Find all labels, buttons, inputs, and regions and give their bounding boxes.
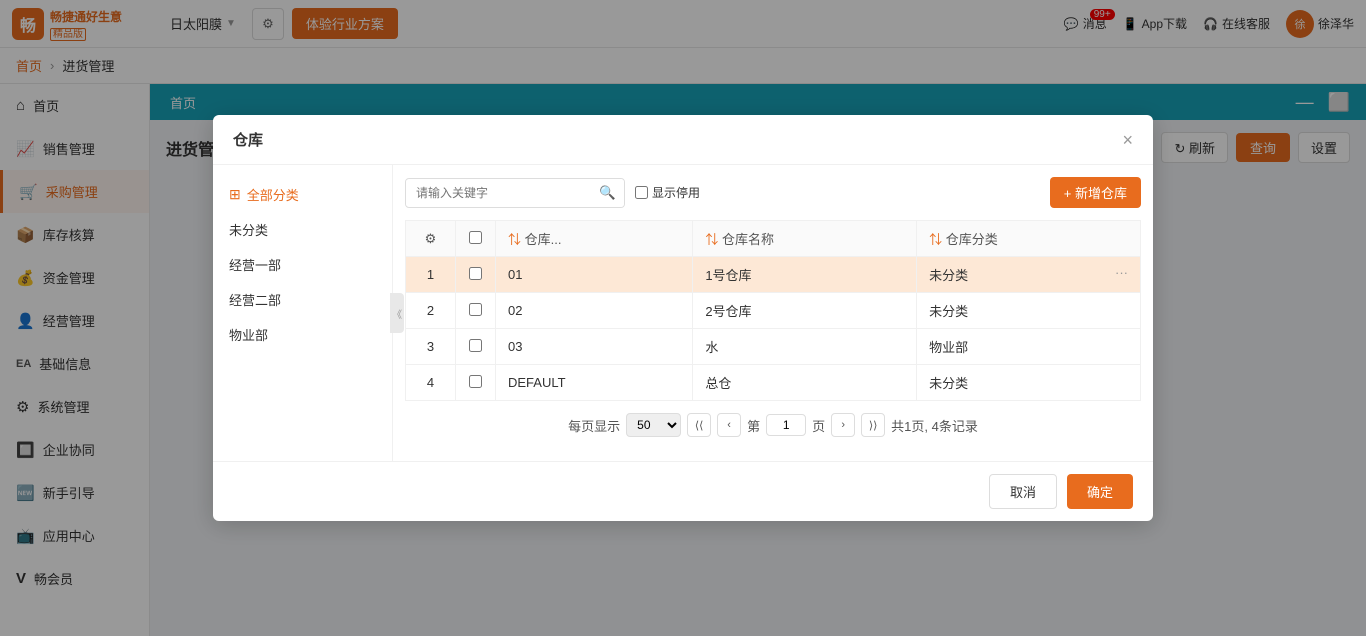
category-all[interactable]: ⊞ 全部分类	[213, 177, 392, 212]
add-warehouse-button[interactable]: + 新增仓库	[1050, 177, 1141, 208]
row-code-3: 03	[496, 329, 693, 365]
table-row[interactable]: 4 DEFAULT 总仓 未分类	[406, 365, 1141, 401]
category-ops1[interactable]: 经营一部	[213, 247, 392, 282]
row-code-4: DEFAULT	[496, 365, 693, 401]
category-property[interactable]: 物业部	[213, 317, 392, 352]
row-cb-4[interactable]	[456, 365, 496, 401]
modal-header: 仓库 ×	[213, 115, 1153, 165]
show-disabled-text: 显示停用	[652, 184, 700, 201]
total-info: 共1页, 4条记录	[891, 416, 978, 435]
cancel-button[interactable]: 取消	[989, 474, 1057, 509]
row-index-1: 1	[406, 257, 456, 293]
row-index-4: 4	[406, 365, 456, 401]
row-name-1: 1号仓库	[693, 257, 917, 293]
modal-title: 仓库	[233, 129, 263, 150]
col-name-label: 仓库名称	[722, 232, 774, 247]
col-settings: ⚙	[406, 221, 456, 257]
col-checkbox	[456, 221, 496, 257]
grid-icon: ⊞	[229, 186, 241, 203]
confirm-button[interactable]: 确定	[1067, 474, 1133, 509]
col-code-label: 仓库...	[525, 232, 562, 247]
page-label: 第	[747, 416, 760, 435]
page-number-input[interactable]	[766, 414, 806, 436]
row-code-1: 01	[496, 257, 693, 293]
row-cat-4: 未分类	[917, 365, 1141, 401]
show-disabled-checkbox[interactable]	[635, 186, 648, 199]
col-name-sort-icon: ⇅	[705, 232, 718, 247]
per-page-select[interactable]: 50 100	[626, 413, 681, 437]
table-container: ⚙ ⇅ 仓库... ⇅	[405, 220, 1141, 401]
collapse-button[interactable]: 《	[390, 293, 404, 333]
search-button[interactable]: 🔍	[591, 179, 624, 207]
col-code-header: ⇅ 仓库...	[496, 221, 693, 257]
table-head: ⚙ ⇅ 仓库... ⇅	[406, 221, 1141, 257]
col-name-header: ⇅ 仓库名称	[693, 221, 917, 257]
page-prev-button[interactable]: ‹	[717, 413, 741, 437]
search-input[interactable]	[406, 180, 591, 206]
table-row[interactable]: 3 03 水 物业部	[406, 329, 1141, 365]
col-category-header: ⇅ 仓库分类	[917, 221, 1141, 257]
col-cat-sort-icon: ⇅	[929, 232, 942, 247]
row-name-4: 总仓	[693, 365, 917, 401]
category-property-label: 物业部	[229, 325, 268, 344]
page-next-button[interactable]: ›	[831, 413, 855, 437]
row-name-3: 水	[693, 329, 917, 365]
row-index-2: 2	[406, 293, 456, 329]
row-cb-2[interactable]	[456, 293, 496, 329]
pagination: 每页显示 50 100 ⟨⟨ ‹ 第 页 › ⟩⟩ 共1页, 4条记录	[405, 401, 1141, 449]
search-box: 🔍	[405, 178, 625, 208]
modal-body: 《 ⊞ 全部分类 未分类 经营一部 经营二部 物业部	[213, 165, 1153, 461]
row-name-2: 2号仓库	[693, 293, 917, 329]
category-ops1-label: 经营一部	[229, 255, 281, 274]
page-suffix: 页	[812, 416, 825, 435]
category-unclassified-label: 未分类	[229, 220, 268, 239]
table-row[interactable]: 2 02 2号仓库 未分类	[406, 293, 1141, 329]
warehouse-table: ⚙ ⇅ 仓库... ⇅	[405, 220, 1141, 401]
row-cb-3[interactable]	[456, 329, 496, 365]
table-row[interactable]: 1 01 1号仓库 未分类···	[406, 257, 1141, 293]
row-index-3: 3	[406, 329, 456, 365]
per-page-label: 每页显示	[568, 416, 620, 435]
warehouse-modal: 仓库 × 《 ⊞ 全部分类 未分类 经营一部 经营二部	[213, 115, 1153, 521]
category-panel: 《 ⊞ 全部分类 未分类 经营一部 经营二部 物业部	[213, 165, 393, 461]
row-code-2: 02	[496, 293, 693, 329]
close-button[interactable]: ×	[1122, 131, 1133, 149]
select-all-checkbox[interactable]	[469, 231, 482, 244]
page-last-button[interactable]: ⟩⟩	[861, 413, 885, 437]
row-cb-1[interactable]	[456, 257, 496, 293]
modal-footer: 取消 确定	[213, 461, 1153, 521]
table-toolbar: 🔍 显示停用 + 新增仓库	[405, 177, 1141, 208]
table-header-row: ⚙ ⇅ 仓库... ⇅	[406, 221, 1141, 257]
category-ops2-label: 经营二部	[229, 290, 281, 309]
table-body: 1 01 1号仓库 未分类··· 2 02 2号仓库	[406, 257, 1141, 401]
category-ops2[interactable]: 经营二部	[213, 282, 392, 317]
row-cat-2: 未分类	[917, 293, 1141, 329]
table-panel: 🔍 显示停用 + 新增仓库 ⚙	[393, 165, 1153, 461]
category-all-label: 全部分类	[247, 185, 299, 204]
page-first-button[interactable]: ⟨⟨	[687, 413, 711, 437]
sort-icon: ⇅	[508, 232, 521, 247]
settings-col-icon: ⚙	[425, 231, 437, 246]
show-disabled-label[interactable]: 显示停用	[635, 184, 700, 201]
modal-overlay: 仓库 × 《 ⊞ 全部分类 未分类 经营一部 经营二部	[0, 0, 1366, 636]
category-unclassified[interactable]: 未分类	[213, 212, 392, 247]
row-cat-1: 未分类···	[917, 257, 1141, 293]
row-cat-3: 物业部	[917, 329, 1141, 365]
col-category-label: 仓库分类	[946, 232, 998, 247]
